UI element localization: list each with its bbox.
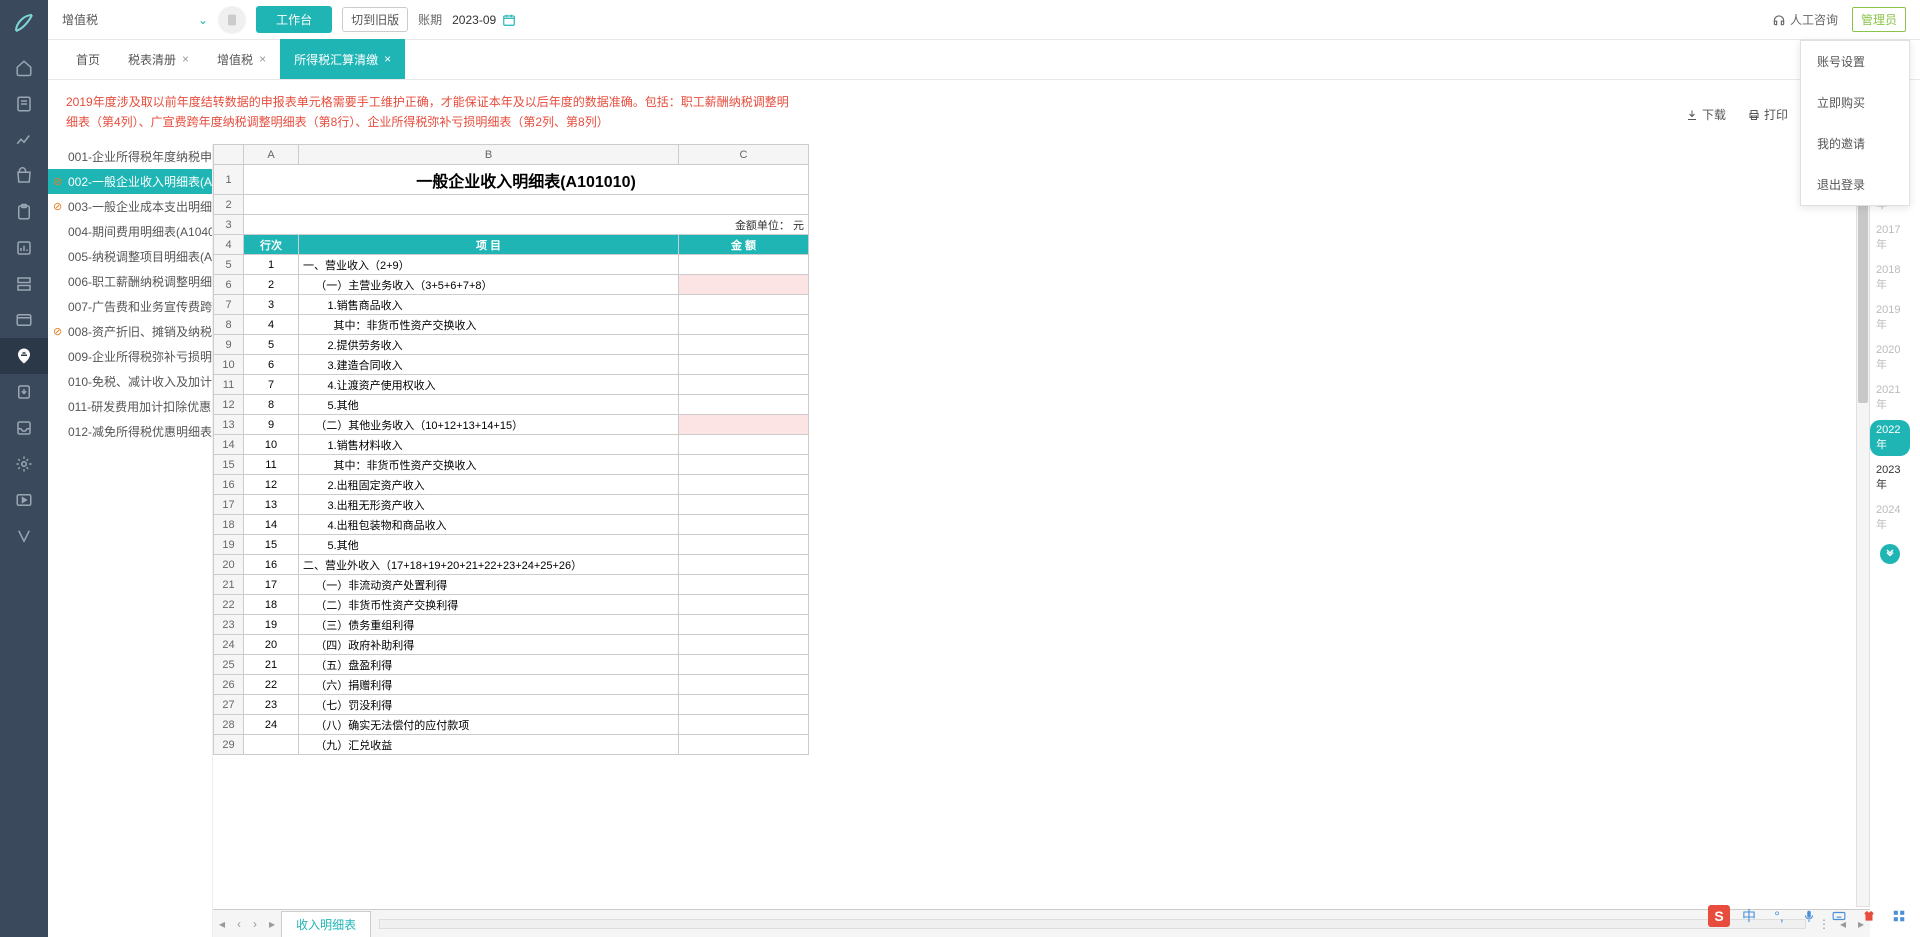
tax-type-label: 增值税 xyxy=(62,11,98,28)
form-list-item[interactable]: 011-研发费用加计扣除优惠… xyxy=(48,394,212,419)
close-icon[interactable]: × xyxy=(182,52,189,66)
left-sidebar xyxy=(0,0,48,937)
ime-toolbox-icon[interactable] xyxy=(1888,905,1910,927)
year-item[interactable]: 2018年 xyxy=(1870,260,1910,296)
form-list-item[interactable]: ⊘003-一般企业成本支出明细… xyxy=(48,194,212,219)
form-list-item[interactable]: ⊘002-一般企业收入明细表(A1… xyxy=(48,169,212,194)
switch-old-button[interactable]: 切到旧版 xyxy=(342,7,408,32)
download-button[interactable]: 下载 xyxy=(1686,106,1726,123)
vertical-scrollbar[interactable] xyxy=(1856,140,1870,907)
nav-template-icon[interactable] xyxy=(0,266,48,302)
nav-doc-icon[interactable] xyxy=(0,86,48,122)
tab-2[interactable]: 增值税 × xyxy=(203,39,280,79)
close-icon[interactable]: × xyxy=(384,52,391,66)
ime-toolbar: S 中 °, xyxy=(1708,905,1910,927)
nav-inbox-icon[interactable] xyxy=(0,410,48,446)
circle-doc-button[interactable] xyxy=(218,6,246,34)
form-list-item[interactable]: 006-职工薪酬纳税调整明细… xyxy=(48,269,212,294)
nav-chart-icon[interactable] xyxy=(0,122,48,158)
year-item[interactable]: 2019年 xyxy=(1870,300,1910,336)
nav-bag-icon[interactable] xyxy=(0,158,48,194)
tab-label: 税表清册 xyxy=(128,51,176,68)
year-more-icon[interactable] xyxy=(1880,544,1900,564)
nav-export-icon[interactable] xyxy=(0,374,48,410)
content-area: 2019年度涉及取以前年度结转数据的申报表单元格需要手工维护正确，才能保证本年及… xyxy=(48,80,1920,937)
sheet-hscroll[interactable] xyxy=(379,919,1806,929)
tab-label: 增值税 xyxy=(217,51,253,68)
sheet-nav-first-icon[interactable]: ◂ xyxy=(213,917,231,931)
form-list-item[interactable]: ⊘008-资产折旧、摊销及纳税… xyxy=(48,319,212,344)
period-picker[interactable]: 2023-09 xyxy=(452,13,516,27)
user-menu-item[interactable]: 我的邀请 xyxy=(1801,123,1909,164)
calendar-icon xyxy=(502,13,516,27)
print-button[interactable]: 打印 xyxy=(1748,106,1788,123)
sheet-tab-bar: ◂ ‹ › ▸ 收入明细表 ⋮ ◂ ▸ xyxy=(213,909,1870,937)
support-link[interactable]: 人工咨询 xyxy=(1772,11,1838,28)
tab-3[interactable]: 所得税汇算清缴 × xyxy=(280,39,405,79)
spreadsheet: ABC1一般企业收入明细表(A101010)23金额单位： 元4行次项 目金 额… xyxy=(213,144,1870,937)
user-menu-item[interactable]: 退出登录 xyxy=(1801,164,1909,205)
page-tabs: 首页 税表清册 × 增值税 × 所得税汇算清缴 × xyxy=(48,40,1920,80)
form-list-item[interactable]: 010-免税、减计收入及加计… xyxy=(48,369,212,394)
ime-skin-icon[interactable] xyxy=(1858,905,1880,927)
year-item[interactable]: 2020年 xyxy=(1870,340,1910,376)
sheet-nav-last-icon[interactable]: ▸ xyxy=(263,917,281,931)
form-list-item[interactable]: 012-减免所得税优惠明细表(… xyxy=(48,419,212,444)
year-rail: 2016年2017年2018年2019年2020年2021年2022年2023年… xyxy=(1870,180,1910,564)
nav-window-icon[interactable] xyxy=(0,302,48,338)
form-list-item[interactable]: 004-期间费用明细表(A1040… xyxy=(48,219,212,244)
top-bar: 增值税 ⌄ 工作台 切到旧版 账期 2023-09 人工咨询 管理员 xyxy=(48,0,1920,40)
year-item[interactable]: 2023年 xyxy=(1870,460,1910,496)
tax-type-dropdown[interactable]: 增值税 ⌄ xyxy=(62,11,208,28)
sheet-nav-next-icon[interactable]: › xyxy=(247,917,263,931)
nav-clipboard-icon[interactable] xyxy=(0,194,48,230)
tab-0[interactable]: 首页 xyxy=(62,39,114,79)
ime-lang-icon[interactable]: 中 xyxy=(1738,905,1760,927)
warning-icon: ⊘ xyxy=(53,200,62,213)
sheet-grid[interactable]: ABC1一般企业收入明细表(A101010)23金额单位： 元4行次项 目金 额… xyxy=(213,144,1870,909)
form-list-item[interactable]: 001-企业所得税年度纳税申… xyxy=(48,144,212,169)
user-menu-item[interactable]: 账号设置 xyxy=(1801,41,1909,82)
tab-label: 首页 xyxy=(76,51,100,68)
nav-settings-icon[interactable] xyxy=(0,446,48,482)
nav-video-icon[interactable] xyxy=(0,482,48,518)
nav-tax-icon[interactable] xyxy=(0,338,48,374)
warning-text: 2019年度涉及取以前年度结转数据的申报表单元格需要手工维护正确，才能保证本年及… xyxy=(48,80,808,144)
warning-icon: ⊘ xyxy=(53,175,62,188)
tab-1[interactable]: 税表清册 × xyxy=(114,39,203,79)
form-list-item[interactable]: 005-纳税调整项目明细表(A1… xyxy=(48,244,212,269)
ime-mic-icon[interactable] xyxy=(1798,905,1820,927)
period-value: 2023-09 xyxy=(452,13,496,27)
warning-icon: ⊘ xyxy=(53,325,62,338)
period-label: 账期 xyxy=(418,11,442,28)
form-list: 001-企业所得税年度纳税申…⊘002-一般企业收入明细表(A1…⊘003-一般… xyxy=(48,144,213,937)
sheet-tab[interactable]: 收入明细表 xyxy=(281,911,371,937)
chevron-down-icon: ⌄ xyxy=(198,13,208,27)
tab-label: 所得税汇算清缴 xyxy=(294,51,378,68)
year-item[interactable]: 2021年 xyxy=(1870,380,1910,416)
nav-v-icon[interactable] xyxy=(0,518,48,554)
close-icon[interactable]: × xyxy=(259,52,266,66)
workbench-button[interactable]: 工作台 xyxy=(256,6,332,33)
ime-punct-icon[interactable]: °, xyxy=(1768,905,1790,927)
ime-keyboard-icon[interactable] xyxy=(1828,905,1850,927)
nav-report-icon[interactable] xyxy=(0,230,48,266)
year-item[interactable]: 2017年 xyxy=(1870,220,1910,256)
year-item[interactable]: 2022年 xyxy=(1870,420,1910,456)
app-logo xyxy=(9,8,39,38)
headset-icon xyxy=(1772,13,1786,27)
nav-home-icon[interactable] xyxy=(0,50,48,86)
sheet-nav-prev-icon[interactable]: ‹ xyxy=(231,917,247,931)
user-menu-item[interactable]: 立即购买 xyxy=(1801,82,1909,123)
user-dropdown-menu: 账号设置立即购买我的邀请退出登录 xyxy=(1800,40,1910,206)
form-list-item[interactable]: 007-广告费和业务宣传费跨… xyxy=(48,294,212,319)
year-item[interactable]: 2024年 xyxy=(1870,500,1910,536)
ime-logo-icon[interactable]: S xyxy=(1708,905,1730,927)
admin-button[interactable]: 管理员 xyxy=(1852,7,1906,32)
form-list-item[interactable]: 009-企业所得税弥补亏损明… xyxy=(48,344,212,369)
